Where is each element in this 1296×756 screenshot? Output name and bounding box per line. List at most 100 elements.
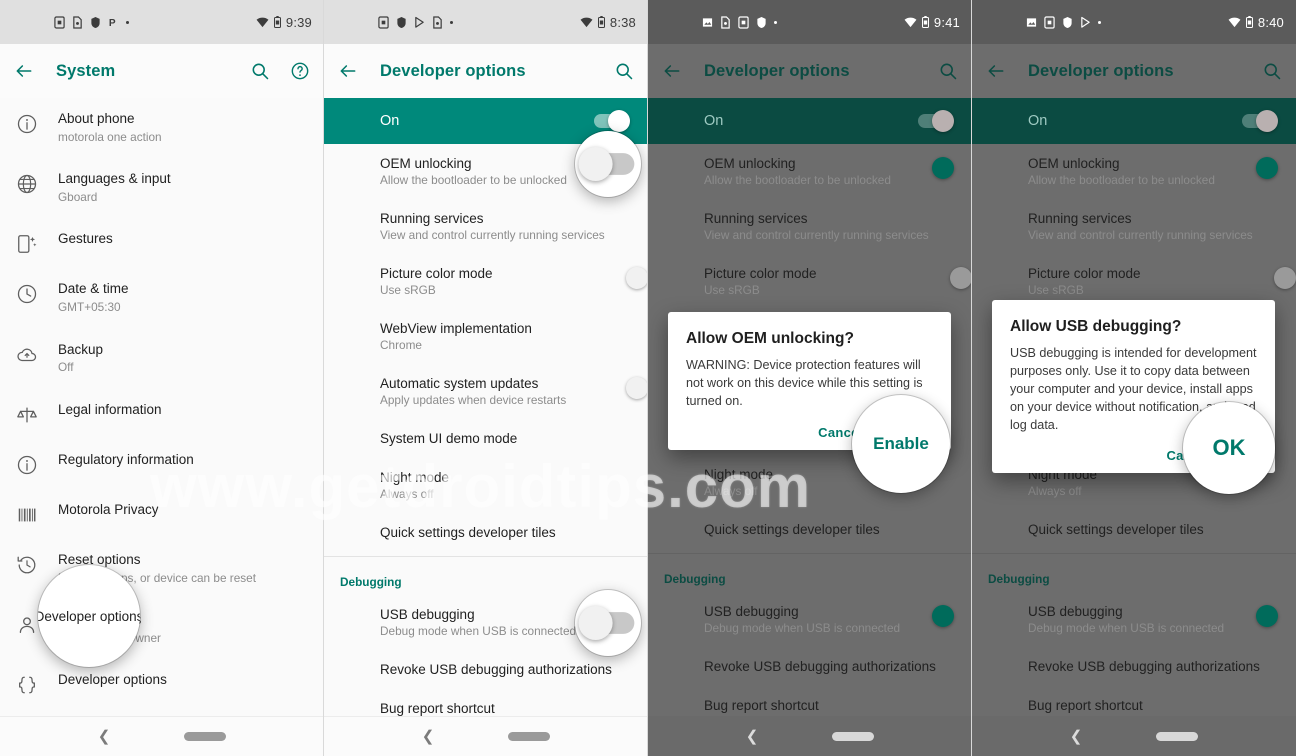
back-arrow-icon[interactable] [986, 61, 1006, 81]
back-arrow-icon[interactable] [338, 61, 358, 81]
dev-item-revoke-usb-authorizations[interactable]: Revoke USB debugging authorizations [648, 647, 972, 686]
history-icon [17, 556, 36, 574]
navigation-bar: ❮ [648, 716, 972, 756]
gestures-icon [18, 235, 37, 254]
help-icon[interactable] [290, 61, 310, 81]
dev-item-running-services[interactable]: Running services View and control curren… [972, 199, 1296, 254]
nav-home-pill[interactable] [1156, 731, 1199, 741]
dev-item-system-ui-demo-mode[interactable]: System UI demo mode [324, 419, 648, 458]
panel-developer-options: 8:38 Developer options On OEM unlocking … [324, 0, 648, 756]
image-icon [1026, 17, 1037, 27]
status-right: 9:39 [256, 15, 312, 30]
wifi-icon [580, 17, 593, 27]
usb-debugging-toggle[interactable] [578, 605, 635, 641]
dialog-title: Allow USB debugging? [1010, 318, 1182, 335]
status-right: 9:41 [904, 15, 960, 30]
nav-home-pill[interactable] [184, 732, 227, 741]
list-item-regulatory-information[interactable]: Regulatory information [0, 439, 324, 489]
barcode-icon [18, 508, 36, 522]
list-item-motorola-privacy[interactable]: Motorola Privacy [0, 489, 324, 539]
dev-item-usb-debugging[interactable]: USB debugging Debug mode when USB is con… [648, 592, 972, 647]
dev-item-title: Night mode [380, 470, 450, 485]
list-item-subtitle: GMT+05:30 [58, 300, 121, 315]
list-item-backup[interactable]: Backup Off [0, 329, 324, 389]
nav-back-icon[interactable]: ❮ [746, 729, 759, 744]
dev-item-title: OEM unlocking [704, 156, 796, 171]
list-item-subtitle: motorola one action [58, 129, 162, 144]
status-right: 8:40 [1228, 15, 1284, 30]
dev-item-oem-unlocking[interactable]: OEM unlocking Allow the bootloader to be… [972, 144, 1296, 199]
file-icon [721, 15, 730, 29]
search-icon[interactable] [938, 61, 958, 81]
clock-icon [17, 285, 37, 304]
list-item-date-time[interactable]: Date & time GMT+05:30 [0, 268, 324, 328]
dev-item-title: Bug report shortcut [1028, 698, 1143, 713]
nav-back-icon[interactable]: ❮ [98, 729, 111, 744]
back-arrow-icon[interactable] [14, 61, 34, 81]
nav-home-pill[interactable] [508, 732, 551, 741]
more-dot-icon [1098, 20, 1101, 24]
globe-icon [17, 175, 37, 194]
dev-item-running-services[interactable]: Running services View and control curren… [648, 199, 972, 254]
dev-item-title: Running services [380, 211, 484, 226]
magnifier-developer-options: Developer options [38, 565, 140, 667]
list-item-legal-information[interactable]: Legal information [0, 389, 324, 439]
dev-item-webview-implementation[interactable]: WebView implementation Chrome [324, 309, 648, 364]
master-toggle[interactable] [918, 110, 954, 132]
dev-item-picture-color-mode[interactable]: Picture color mode Use sRGB [648, 254, 972, 309]
dev-item-quick-settings-tiles[interactable]: Quick settings developer tiles [324, 513, 648, 552]
search-icon[interactable] [250, 61, 270, 81]
list-item-title: Date & time [58, 281, 129, 297]
back-arrow-icon[interactable] [662, 61, 682, 81]
developer-options-master-banner[interactable]: On [972, 98, 1296, 144]
dev-item-quick-settings-tiles[interactable]: Quick settings developer tiles [648, 510, 972, 549]
nav-back-icon[interactable]: ❮ [422, 729, 435, 744]
developer-options-master-banner[interactable]: On [648, 98, 972, 144]
dev-item-title: OEM unlocking [380, 156, 472, 171]
banner-label: On [380, 113, 400, 129]
dev-item-subtitle: Chrome [380, 338, 422, 352]
dev-item-title: WebView implementation [380, 321, 532, 336]
dev-item-subtitle: View and control currently running servi… [380, 228, 605, 242]
status-notification-icons [1026, 15, 1101, 29]
dev-item-title: Bug report shortcut [380, 701, 495, 716]
dev-item-running-services[interactable]: Running services View and control curren… [324, 199, 648, 254]
list-item-gestures[interactable]: Gestures [0, 218, 324, 268]
nav-back-icon[interactable]: ❮ [1070, 729, 1083, 744]
list-item-developer-options[interactable]: Developer options [0, 659, 324, 709]
nav-home-pill[interactable] [832, 731, 875, 741]
person-icon [19, 617, 35, 633]
search-icon[interactable] [1262, 61, 1282, 81]
list-item-subtitle: Gboard [58, 190, 98, 205]
dev-item-usb-debugging[interactable]: USB debugging Debug mode when USB is con… [972, 592, 1296, 647]
status-clock: 8:38 [609, 14, 636, 30]
dev-item-subtitle: Apply updates when device restarts [380, 393, 567, 407]
dev-item-revoke-usb-authorizations[interactable]: Revoke USB debugging authorizations [972, 647, 1296, 686]
list-item-title: Gestures [58, 231, 113, 247]
list-item-languages-input[interactable]: Languages & input Gboard [0, 158, 324, 218]
dev-item-oem-unlocking[interactable]: OEM unlocking Allow the bootloader to be… [648, 144, 972, 199]
status-notification-icons [378, 15, 453, 29]
shield-icon [91, 16, 100, 28]
app-bar: Developer options [972, 44, 1296, 98]
dev-item-subtitle: Always off [1028, 484, 1082, 498]
dev-item-revoke-usb-authorizations[interactable]: Revoke USB debugging authorizations [324, 650, 648, 689]
dev-item-automatic-system-updates[interactable]: Automatic system updates Apply updates w… [324, 364, 648, 419]
battery-icon [1245, 16, 1253, 28]
dev-item-title: OEM unlocking [1028, 156, 1120, 171]
more-dot-icon [126, 20, 129, 24]
file-icon [433, 15, 442, 29]
section-divider [972, 553, 1296, 554]
search-icon[interactable] [614, 61, 634, 81]
dev-item-quick-settings-tiles[interactable]: Quick settings developer tiles [972, 510, 1296, 549]
file-icon [73, 15, 82, 29]
app-bar-actions [938, 61, 958, 81]
dev-item-title: USB debugging [380, 607, 475, 622]
oem-unlocking-toggle[interactable] [578, 146, 635, 182]
master-toggle[interactable] [594, 110, 630, 132]
master-toggle[interactable] [1242, 110, 1278, 132]
dev-item-picture-color-mode[interactable]: Picture color mode Use sRGB [324, 254, 648, 309]
dev-item-night-mode[interactable]: Night mode Always off [324, 458, 648, 513]
app-bar-actions [1262, 61, 1282, 81]
list-item-about-phone[interactable]: About phone motorola one action [0, 98, 324, 158]
